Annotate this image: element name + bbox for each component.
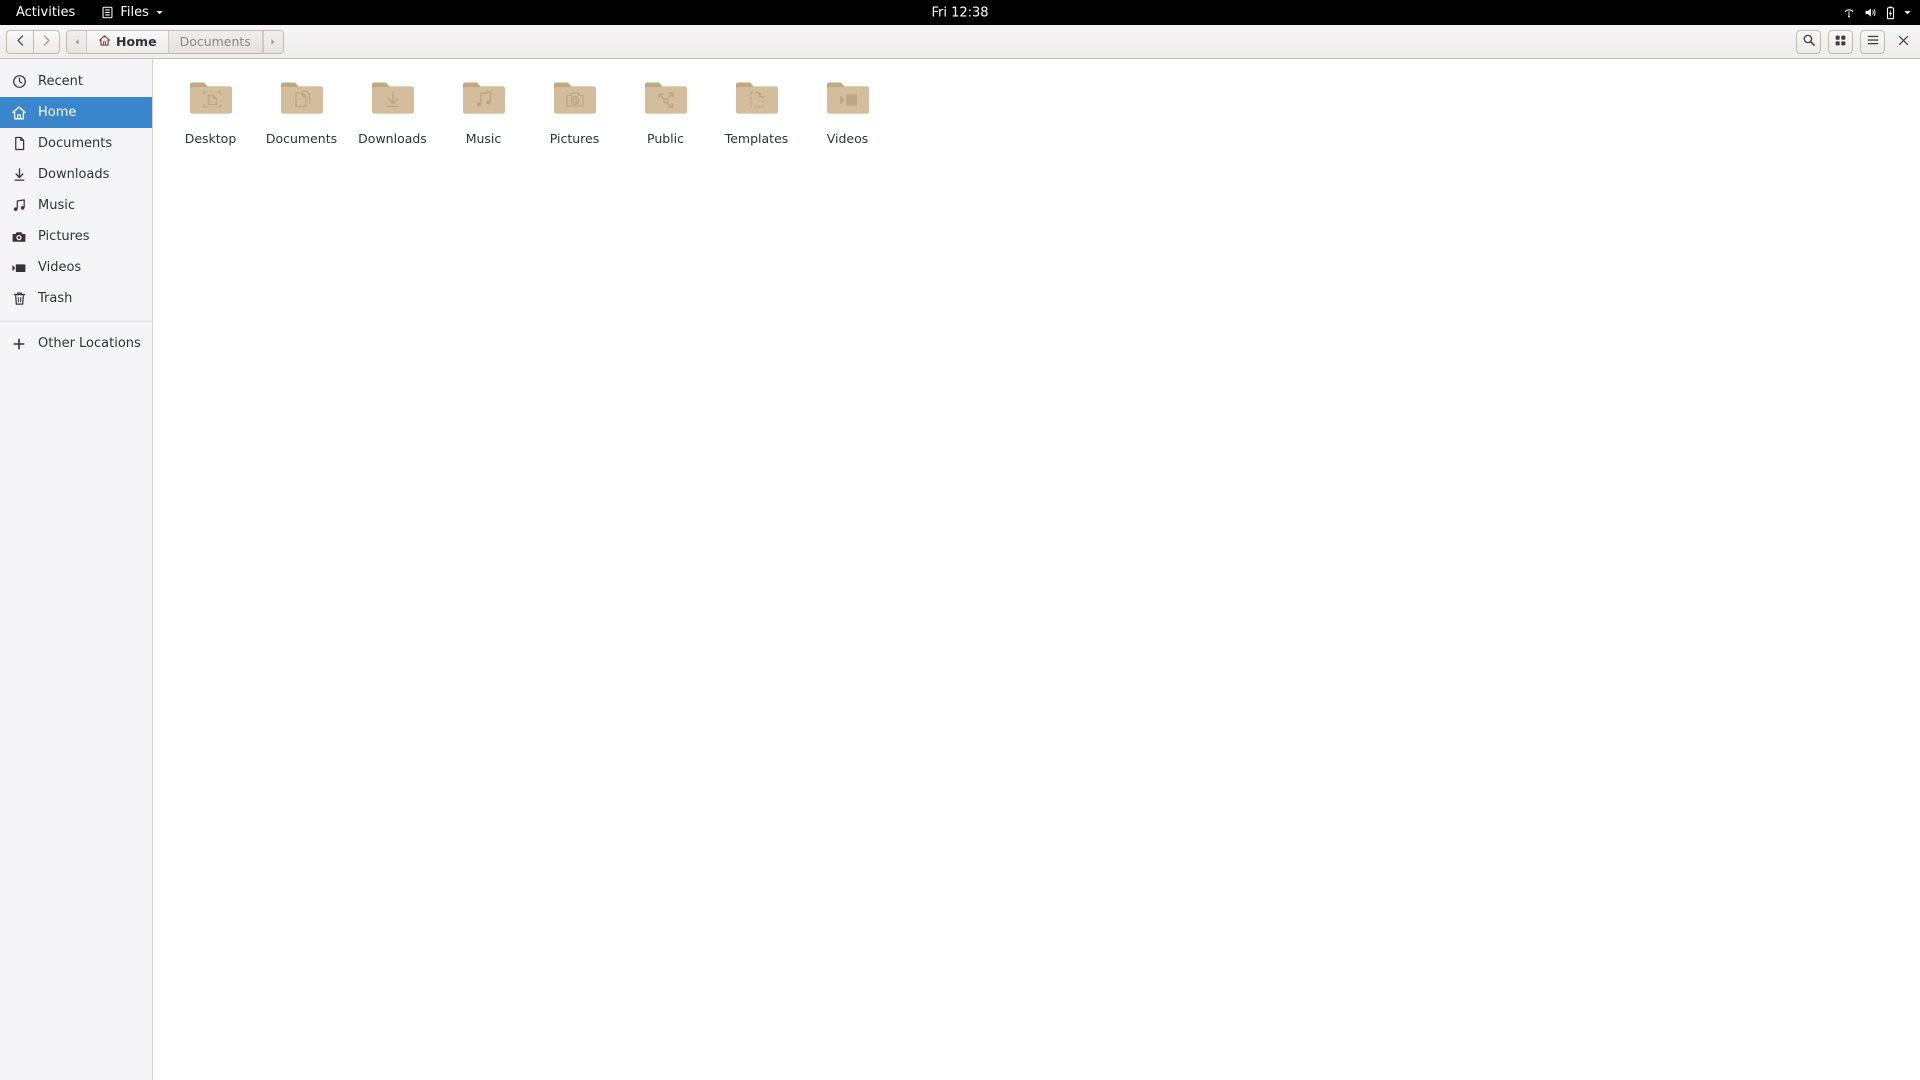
download-icon xyxy=(11,167,27,183)
volume-icon xyxy=(1863,6,1878,19)
file-item-desktop[interactable]: Desktop xyxy=(165,73,256,146)
file-item-pictures[interactable]: Pictures xyxy=(529,73,620,146)
breadcrumb-item-documents-label: Documents xyxy=(179,34,251,49)
document-icon xyxy=(11,136,27,152)
window-content: Recent Home Documents Downloads Music Pi… xyxy=(0,59,1920,1080)
back-button[interactable] xyxy=(6,29,33,54)
sidebar-item-pictures-label: Pictures xyxy=(38,229,90,244)
clock-icon xyxy=(11,74,27,90)
window-close-button[interactable] xyxy=(1892,31,1914,53)
sidebar-separator xyxy=(0,321,152,322)
clock-button[interactable]: Fri 12:38 xyxy=(931,5,988,20)
home-icon xyxy=(11,105,27,121)
forward-button[interactable] xyxy=(33,29,60,54)
sidebar-item-downloads[interactable]: Downloads xyxy=(0,159,152,190)
search-button[interactable] xyxy=(1796,29,1821,54)
icon-grid: Desktop Documents Downloads Music Pictur… xyxy=(165,73,1920,146)
sidebar-item-other-locations-label: Other Locations xyxy=(38,336,141,351)
gnome-top-bar: Activities Files Fri 12:38 xyxy=(0,0,1920,25)
templates-folder-icon xyxy=(733,77,781,119)
chevron-down-icon xyxy=(155,8,164,17)
sidebar-item-home-label: Home xyxy=(38,105,77,120)
downloads-folder-icon xyxy=(369,77,417,119)
documents-folder-icon xyxy=(278,77,326,119)
chevron-right-icon xyxy=(40,32,53,51)
files-window: Home Documents Recent Home Documents Dow… xyxy=(0,25,1920,1080)
file-item-templates[interactable]: Templates xyxy=(711,73,802,146)
plus-icon xyxy=(11,336,27,352)
file-item-public-label: Public xyxy=(647,131,684,146)
sidebar-item-documents[interactable]: Documents xyxy=(0,128,152,159)
app-name-label: Files xyxy=(120,5,149,20)
file-item-public[interactable]: Public xyxy=(620,73,711,146)
sidebar-item-trash[interactable]: Trash xyxy=(0,283,152,314)
camera-icon xyxy=(11,229,27,245)
file-item-documents-label: Documents xyxy=(265,131,338,146)
places-sidebar: Recent Home Documents Downloads Music Pi… xyxy=(0,59,153,1080)
trash-icon xyxy=(11,291,27,307)
breadcrumb: Home Documents xyxy=(66,29,284,54)
sidebar-item-home[interactable]: Home xyxy=(0,97,152,128)
network-icon xyxy=(1842,6,1856,19)
sidebar-item-recent[interactable]: Recent xyxy=(0,66,152,97)
home-icon xyxy=(98,34,111,50)
sidebar-item-recent-label: Recent xyxy=(38,74,83,89)
breadcrumb-item-home[interactable]: Home xyxy=(87,30,169,53)
file-item-videos-label: Videos xyxy=(826,131,869,146)
sidebar-item-music[interactable]: Music xyxy=(0,190,152,221)
header-right-group xyxy=(1796,29,1914,54)
system-menu-chevron-icon xyxy=(1903,8,1912,17)
file-item-pictures-label: Pictures xyxy=(549,131,600,146)
videos-folder-icon xyxy=(824,77,872,119)
sidebar-item-videos[interactable]: Videos xyxy=(0,252,152,283)
activities-button[interactable]: Activities xyxy=(8,3,83,22)
battery-icon xyxy=(1885,6,1896,20)
file-item-templates-label: Templates xyxy=(724,131,789,146)
file-list-view[interactable]: Desktop Documents Downloads Music Pictur… xyxy=(153,59,1920,1080)
activities-label: Activities xyxy=(16,5,76,20)
file-item-desktop-label: Desktop xyxy=(184,131,237,146)
header-left-group: Home Documents xyxy=(6,29,284,54)
public-folder-icon xyxy=(642,77,690,119)
sidebar-item-pictures[interactable]: Pictures xyxy=(0,221,152,252)
system-status-area[interactable] xyxy=(1842,6,1912,20)
files-app-icon xyxy=(101,6,114,19)
file-item-music-label: Music xyxy=(465,131,502,146)
navigation-button-group xyxy=(6,29,60,54)
main-menu-button[interactable] xyxy=(1860,29,1885,54)
music-folder-icon xyxy=(460,77,508,119)
breadcrumb-scroll-right-icon[interactable] xyxy=(262,30,283,53)
music-icon xyxy=(11,198,27,214)
file-item-downloads[interactable]: Downloads xyxy=(347,73,438,146)
sidebar-item-documents-label: Documents xyxy=(38,136,113,151)
sidebar-item-downloads-label: Downloads xyxy=(38,167,110,182)
desktop-folder-icon xyxy=(187,77,235,119)
pictures-folder-icon xyxy=(551,77,599,119)
app-menu-button[interactable]: Files xyxy=(93,3,172,22)
grid-view-icon xyxy=(1834,32,1847,51)
top-bar-left-group: Activities Files xyxy=(8,3,172,22)
view-grid-button[interactable] xyxy=(1828,29,1853,54)
window-close-icon xyxy=(1897,32,1910,51)
file-item-downloads-label: Downloads xyxy=(358,131,427,146)
search-icon xyxy=(1802,32,1816,51)
window-header-bar: Home Documents xyxy=(0,25,1920,59)
breadcrumb-scroll-left-icon[interactable] xyxy=(67,30,87,53)
sidebar-item-trash-label: Trash xyxy=(38,291,73,306)
sidebar-item-videos-label: Videos xyxy=(38,260,82,275)
hamburger-menu-icon xyxy=(1866,32,1880,51)
video-icon xyxy=(11,260,27,276)
file-item-music[interactable]: Music xyxy=(438,73,529,146)
chevron-left-icon xyxy=(14,32,27,51)
breadcrumb-item-home-label: Home xyxy=(116,34,157,49)
file-item-documents[interactable]: Documents xyxy=(256,73,347,146)
file-item-videos[interactable]: Videos xyxy=(802,73,893,146)
clock-label: Fri 12:38 xyxy=(931,5,989,20)
sidebar-item-other-locations[interactable]: Other Locations xyxy=(0,328,152,359)
sidebar-item-music-label: Music xyxy=(38,198,75,213)
breadcrumb-item-documents[interactable]: Documents xyxy=(168,30,263,53)
